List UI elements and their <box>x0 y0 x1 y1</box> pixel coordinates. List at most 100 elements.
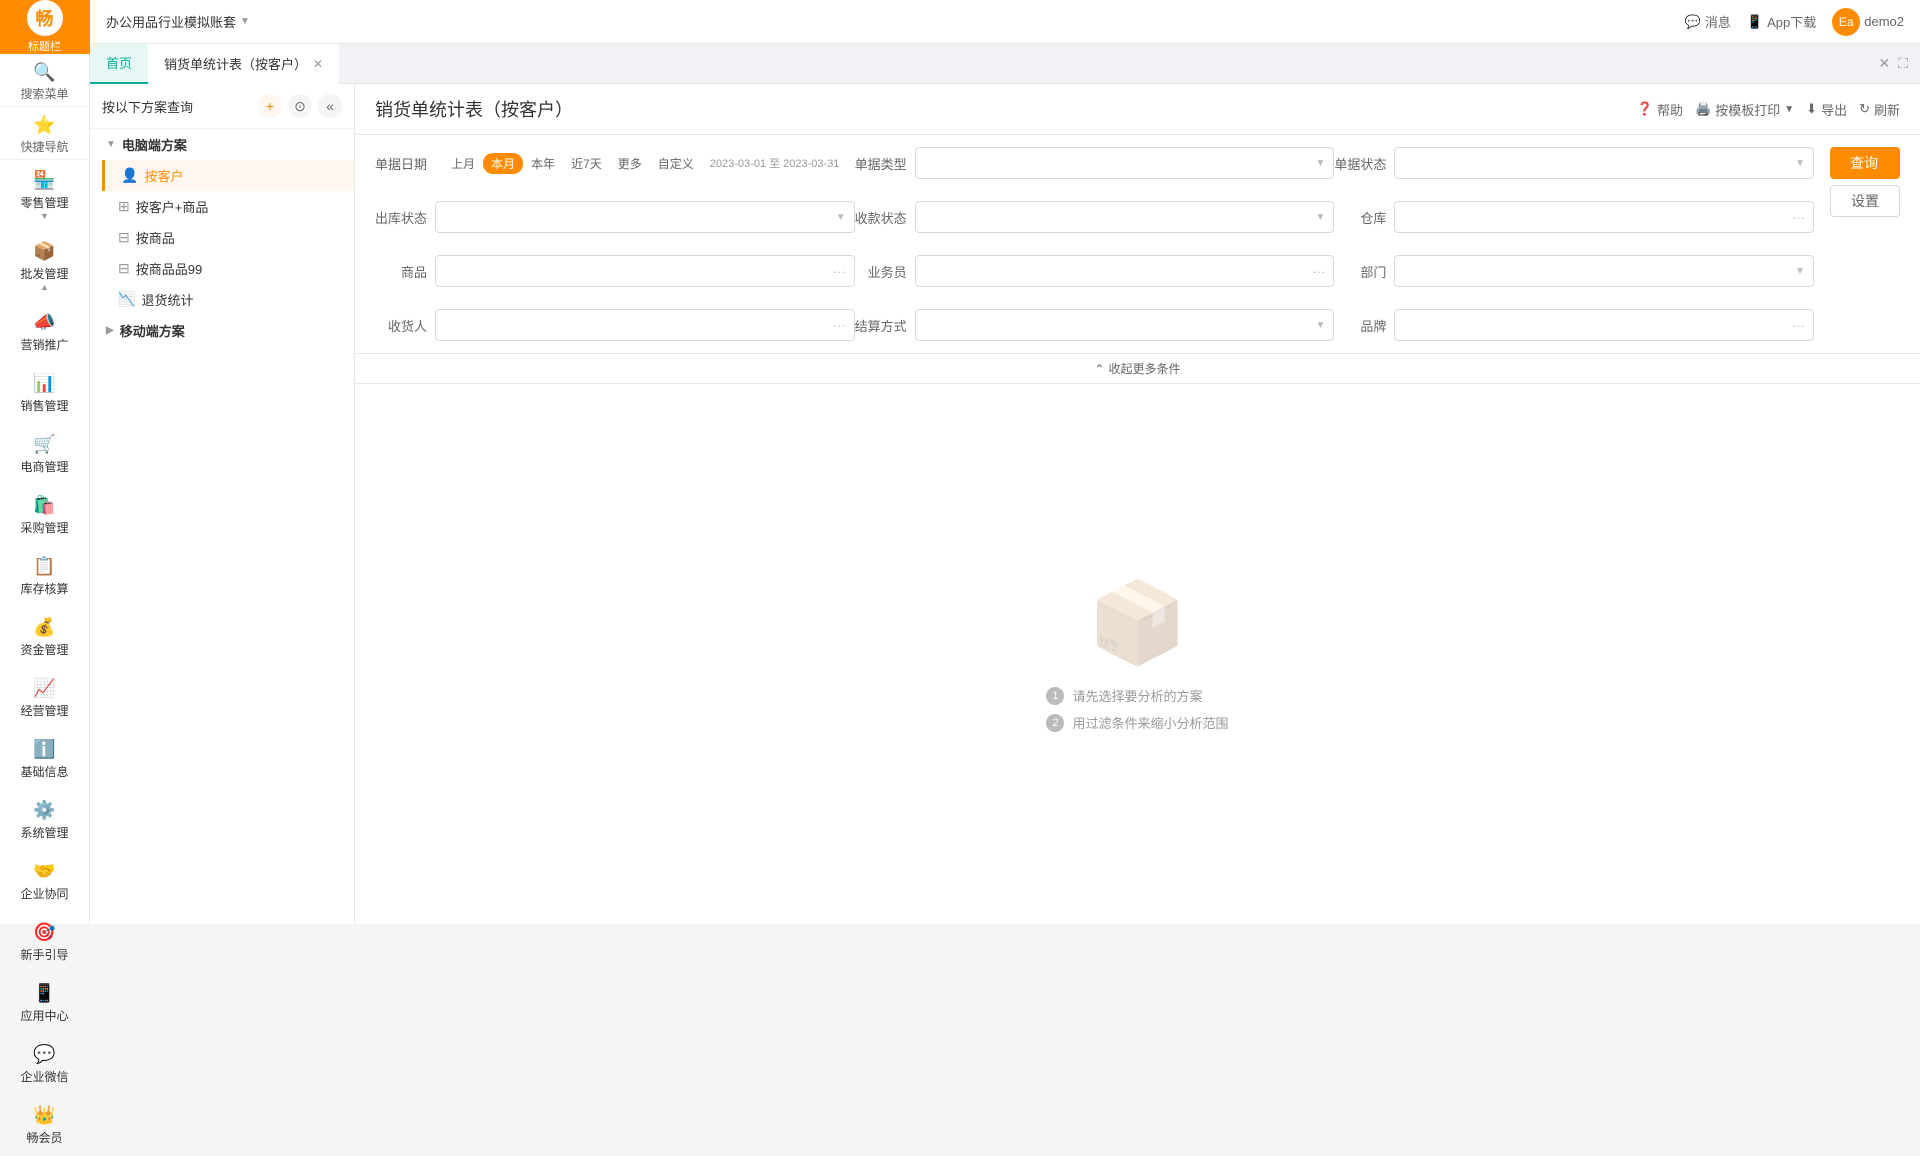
finance-icon: 💰 <box>33 617 55 638</box>
sidebar-item-wechat[interactable]: 💬 企业微信 <box>0 1034 89 1095</box>
ship-status-arrow-icon: ▼ <box>836 212 846 223</box>
settlement-select[interactable]: ▼ <box>915 309 1335 341</box>
sidebar-item-retail[interactable]: 🏪 零售管理 ▼ <box>0 160 89 231</box>
app-download-button[interactable]: 📱 App下载 <box>1747 12 1816 31</box>
tab-sales-stats[interactable]: 销货单统计表（按客户） ✕ <box>148 44 339 84</box>
goods-input[interactable]: ··· <box>435 255 855 287</box>
page-header: 销货单统计表（按客户） ❓ 帮助 🖨️ 按模板打印 ⬇ 导出 <box>355 84 1920 135</box>
tab-close-icon[interactable]: ✕ <box>313 57 323 71</box>
tree-item-by-goods[interactable]: ⊟ 按商品 <box>102 222 354 253</box>
sidebar-item-member[interactable]: 👑 畅会员 <box>0 1095 89 1156</box>
user-menu[interactable]: Ea demo2 <box>1832 8 1904 36</box>
date-tab-more[interactable]: 更多 <box>610 153 650 174</box>
returns-label: 退货统计 <box>141 290 193 309</box>
filter-department: 部门 ▼ <box>1334 255 1814 287</box>
department-select[interactable]: ▼ <box>1394 255 1814 287</box>
tree-item-by-goods99[interactable]: ⊟ 按商品品99 <box>102 253 354 284</box>
sidebar-item-newbie[interactable]: 🎯 新手引导 <box>0 912 89 973</box>
receiver-input[interactable]: ··· <box>435 309 855 341</box>
brand-input[interactable]: ··· <box>1394 309 1814 341</box>
collapse-bar[interactable]: ⌃ 收起更多条件 <box>355 354 1920 384</box>
sidebar-item-purchase[interactable]: 🛍️ 采购管理 <box>0 485 89 546</box>
search-menu-label: 搜索菜单 <box>20 85 68 102</box>
query-buttons: 查询 设置 <box>1830 147 1900 217</box>
sidebar-item-marketing[interactable]: 📣 营销推广 <box>0 302 89 363</box>
tab-home[interactable]: 首页 <box>90 44 148 84</box>
by-customer-label: 按客户 <box>144 166 183 185</box>
tree-item-by-customer-goods[interactable]: ⊞ 按客户+商品 <box>102 191 354 222</box>
goods-dots-icon: ··· <box>833 264 846 279</box>
business-icon: 📈 <box>33 678 55 699</box>
by-goods-label: 按商品 <box>136 228 175 247</box>
tree-item-returns[interactable]: 📉 退货统计 <box>102 284 354 315</box>
doc-status-select[interactable]: ▼ <box>1394 147 1814 179</box>
salesperson-input[interactable]: ··· <box>915 255 1335 287</box>
export-button[interactable]: ⬇ 导出 <box>1806 100 1847 119</box>
payment-status-select[interactable]: ▼ <box>915 201 1335 233</box>
account-arrow-icon: ▼ <box>240 16 250 27</box>
sidebar-item-business[interactable]: 📈 经营管理 <box>0 668 89 729</box>
tip-text-2: 用过滤条件来缩小分析范围 <box>1072 713 1228 732</box>
tree-arrow-icon: ▼ <box>106 139 116 150</box>
page-actions: ❓ 帮助 🖨️ 按模板打印 ⬇ 导出 ↻ 刷新 <box>1637 100 1900 119</box>
help-button[interactable]: ❓ 帮助 <box>1637 100 1683 119</box>
message-button[interactable]: 💬 消息 <box>1685 12 1731 31</box>
tab-home-label: 首页 <box>106 53 132 72</box>
main-area: 办公用品行业模拟账套 ▼ 💬 消息 📱 App下载 Ea demo2 首页 销货… <box>90 0 1920 924</box>
message-icon: 💬 <box>1685 14 1701 30</box>
goods-label: 商品 <box>375 262 435 281</box>
date-range-value: 2023-03-01 至 2023-03-31 <box>710 155 840 171</box>
sidebar-item-wholesale[interactable]: 📦 批发管理 ▲ <box>0 231 89 302</box>
sidebar-item-basic[interactable]: ℹ️ 基础信息 <box>0 729 89 790</box>
tree-mobile-section[interactable]: ▶ 移动端方案 <box>90 315 354 346</box>
avatar: Ea <box>1832 8 1860 36</box>
system-label: 系统管理 <box>20 824 68 841</box>
left-panel-title: 按以下方案查询 <box>102 97 250 116</box>
date-tab-current-year[interactable]: 本年 <box>523 153 563 174</box>
sidebar-logo[interactable]: 畅 标题栏 <box>0 0 90 54</box>
tab-sales-stats-label: 销货单统计表（按客户） <box>164 54 307 73</box>
account-selector[interactable]: 办公用品行业模拟账套 ▼ <box>106 12 250 31</box>
sidebar-item-inventory[interactable]: 📋 库存核算 <box>0 546 89 607</box>
window-maximize-icon[interactable]: ⛶ <box>1898 55 1908 72</box>
print-button[interactable]: 🖨️ 按模板打印 <box>1695 100 1794 119</box>
filter-brand: 品牌 ··· <box>1334 309 1814 341</box>
sidebar-item-sales[interactable]: 📊 销售管理 <box>0 363 89 424</box>
date-tab-last7[interactable]: 近7天 <box>563 153 610 174</box>
date-tab-custom[interactable]: 自定义 <box>650 153 702 174</box>
by-goods99-label: 按商品品99 <box>136 259 202 278</box>
refresh-icon: ↻ <box>1859 101 1870 117</box>
sidebar-item-enterprise[interactable]: 🤝 企业协同 <box>0 851 89 912</box>
tree-desktop-children: 👤 按客户 ⊞ 按客户+商品 ⊟ 按商品 ⊟ 按商品品99 📉 退货统计 <box>90 160 354 315</box>
app-icon: 📱 <box>1747 14 1763 30</box>
settings-scheme-button[interactable]: ⊙ <box>288 94 312 118</box>
collapse-arrow-icon: ⌃ <box>1094 362 1104 376</box>
left-panel-header: 按以下方案查询 + ⊙ « <box>90 84 354 129</box>
sidebar-item-ecommerce[interactable]: 🛒 电商管理 <box>0 424 89 485</box>
settings-button[interactable]: 设置 <box>1830 185 1900 217</box>
add-scheme-button[interactable]: + <box>258 94 282 118</box>
refresh-button[interactable]: ↻ 刷新 <box>1859 100 1900 119</box>
collapse-panel-button[interactable]: « <box>318 94 342 118</box>
appstore-icon: 📱 <box>33 983 55 1004</box>
sidebar-item-appstore[interactable]: 📱 应用中心 <box>0 973 89 1034</box>
query-button[interactable]: 查询 <box>1830 147 1900 179</box>
ship-status-label: 出库状态 <box>375 208 435 227</box>
search-menu-item[interactable]: 🔍 搜索菜单 <box>0 54 89 107</box>
tree-desktop-section[interactable]: ▼ 电脑端方案 <box>90 129 354 160</box>
sidebar-item-finance[interactable]: 💰 资金管理 <box>0 607 89 668</box>
ship-status-select[interactable]: ▼ <box>435 201 855 233</box>
print-icon: 🖨️ <box>1695 101 1711 117</box>
doc-type-select[interactable]: ▼ <box>915 147 1335 179</box>
filter-ship-status: 出库状态 ▼ <box>375 201 855 233</box>
quick-nav-item[interactable]: ⭐ 快捷导航 <box>0 107 89 160</box>
marketing-icon: 📣 <box>33 312 55 333</box>
window-close-icon[interactable]: ✕ <box>1878 55 1890 72</box>
filter-doc-type: 单据类型 ▼ <box>855 147 1335 179</box>
tree-item-by-customer[interactable]: 👤 按客户 <box>102 160 354 191</box>
date-tab-last-month[interactable]: 上月 <box>443 153 483 174</box>
date-tab-current-month[interactable]: 本月 <box>483 153 523 174</box>
sidebar-item-system[interactable]: ⚙️ 系统管理 <box>0 790 89 851</box>
warehouse-input[interactable]: ··· <box>1394 201 1814 233</box>
filter-doc-status: 单据状态 ▼ <box>1334 147 1814 179</box>
